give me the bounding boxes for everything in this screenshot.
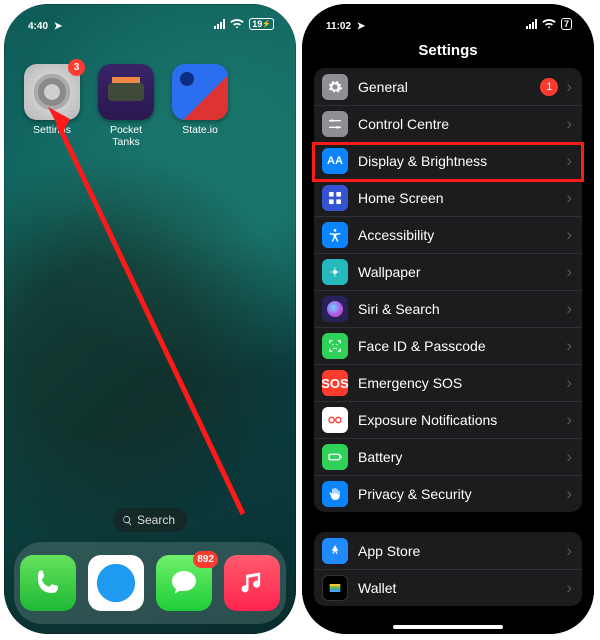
dock: 892: [14, 542, 286, 624]
status-time: 4:40: [28, 21, 48, 32]
app-label: State.io: [170, 124, 230, 136]
app-label: Pocket Tanks: [96, 124, 156, 148]
row-accessibility[interactable]: Accessibility ›: [314, 216, 582, 253]
chevron-right-icon: ›: [566, 299, 572, 319]
dock-phone[interactable]: [20, 555, 76, 611]
hand-icon: [322, 481, 348, 507]
chevron-right-icon: ›: [566, 373, 572, 393]
chevron-right-icon: ›: [566, 151, 572, 171]
chevron-right-icon: ›: [566, 225, 572, 245]
app-label: Settings: [22, 124, 82, 136]
sos-icon: SOS: [322, 370, 348, 396]
state-io-icon: [172, 64, 228, 120]
settings-icon: 3: [24, 64, 80, 120]
messages-badge: 892: [193, 551, 218, 568]
settings-badge: 3: [68, 59, 85, 76]
chevron-right-icon: ›: [566, 262, 572, 282]
appstore-icon: [322, 538, 348, 564]
chevron-right-icon: ›: [566, 484, 572, 504]
row-app-store[interactable]: App Store ›: [314, 532, 582, 569]
chevron-right-icon: ›: [566, 114, 572, 134]
row-exposure-notifications[interactable]: Exposure Notifications ›: [314, 401, 582, 438]
chevron-right-icon: ›: [566, 447, 572, 467]
dock-music[interactable]: [224, 555, 280, 611]
iphone-home-screen: 4:40 ➤ 19⚡ 3 Settings Pocket Tanks: [4, 4, 296, 634]
status-bar: 4:40 ➤ 19⚡: [4, 14, 296, 34]
chevron-right-icon: ›: [566, 336, 572, 356]
exposure-icon: [322, 407, 348, 433]
location-icon: ➤: [357, 21, 365, 32]
dock-messages[interactable]: 892: [156, 555, 212, 611]
app-pocket-tanks[interactable]: Pocket Tanks: [96, 64, 156, 148]
settings-group-1: General 1 › Control Centre › AA Display …: [314, 68, 582, 512]
wallet-icon: [322, 575, 348, 601]
chevron-right-icon: ›: [566, 541, 572, 561]
iphone-settings-screen: 11:02 ➤ 7 Settings General 1 › Control C…: [302, 4, 594, 634]
wifi-icon: [229, 15, 245, 34]
face-id-icon: [322, 333, 348, 359]
location-icon: ➤: [54, 21, 62, 32]
settings-group-2: App Store › Wallet ›: [314, 532, 582, 606]
grid-icon: [322, 185, 348, 211]
app-state-io[interactable]: State.io: [170, 64, 230, 148]
general-badge: 1: [540, 78, 558, 96]
accessibility-icon: [322, 222, 348, 248]
row-home-screen[interactable]: Home Screen ›: [314, 179, 582, 216]
spotlight-search[interactable]: Search: [113, 508, 187, 532]
status-time: 11:02: [326, 21, 351, 32]
search-icon: [122, 515, 133, 526]
settings-list: General 1 › Control Centre › AA Display …: [314, 68, 582, 626]
app-settings[interactable]: 3 Settings: [22, 64, 82, 148]
text-size-icon: AA: [322, 148, 348, 174]
gear-icon: [322, 74, 348, 100]
wallpaper-icon: [322, 259, 348, 285]
pocket-tanks-icon: [98, 64, 154, 120]
row-wallpaper[interactable]: Wallpaper ›: [314, 253, 582, 290]
chevron-right-icon: ›: [566, 410, 572, 430]
row-emergency-sos[interactable]: SOS Emergency SOS ›: [314, 364, 582, 401]
row-face-id[interactable]: Face ID & Passcode ›: [314, 327, 582, 364]
chevron-right-icon: ›: [566, 77, 572, 97]
row-privacy-security[interactable]: Privacy & Security ›: [314, 475, 582, 512]
dock-safari[interactable]: [88, 555, 144, 611]
row-wallet[interactable]: Wallet ›: [314, 569, 582, 606]
cellular-icon: [526, 19, 537, 29]
battery-indicator: 19⚡: [249, 18, 274, 30]
app-row: 3 Settings Pocket Tanks State.io: [22, 64, 230, 148]
siri-icon: [322, 296, 348, 322]
row-general[interactable]: General 1 ›: [314, 68, 582, 105]
chevron-right-icon: ›: [566, 188, 572, 208]
wifi-icon: [541, 15, 557, 34]
page-title: Settings: [302, 42, 594, 59]
row-display-brightness[interactable]: AA Display & Brightness ›: [314, 142, 582, 179]
row-battery[interactable]: Battery ›: [314, 438, 582, 475]
cellular-icon: [214, 19, 225, 29]
battery-icon: [322, 444, 348, 470]
sliders-icon: [322, 111, 348, 137]
battery-indicator: 7: [561, 18, 572, 30]
status-bar: 11:02 ➤ 7: [302, 14, 594, 34]
home-indicator[interactable]: [393, 625, 503, 629]
row-control-centre[interactable]: Control Centre ›: [314, 105, 582, 142]
chevron-right-icon: ›: [566, 578, 572, 598]
row-siri-search[interactable]: Siri & Search ›: [314, 290, 582, 327]
